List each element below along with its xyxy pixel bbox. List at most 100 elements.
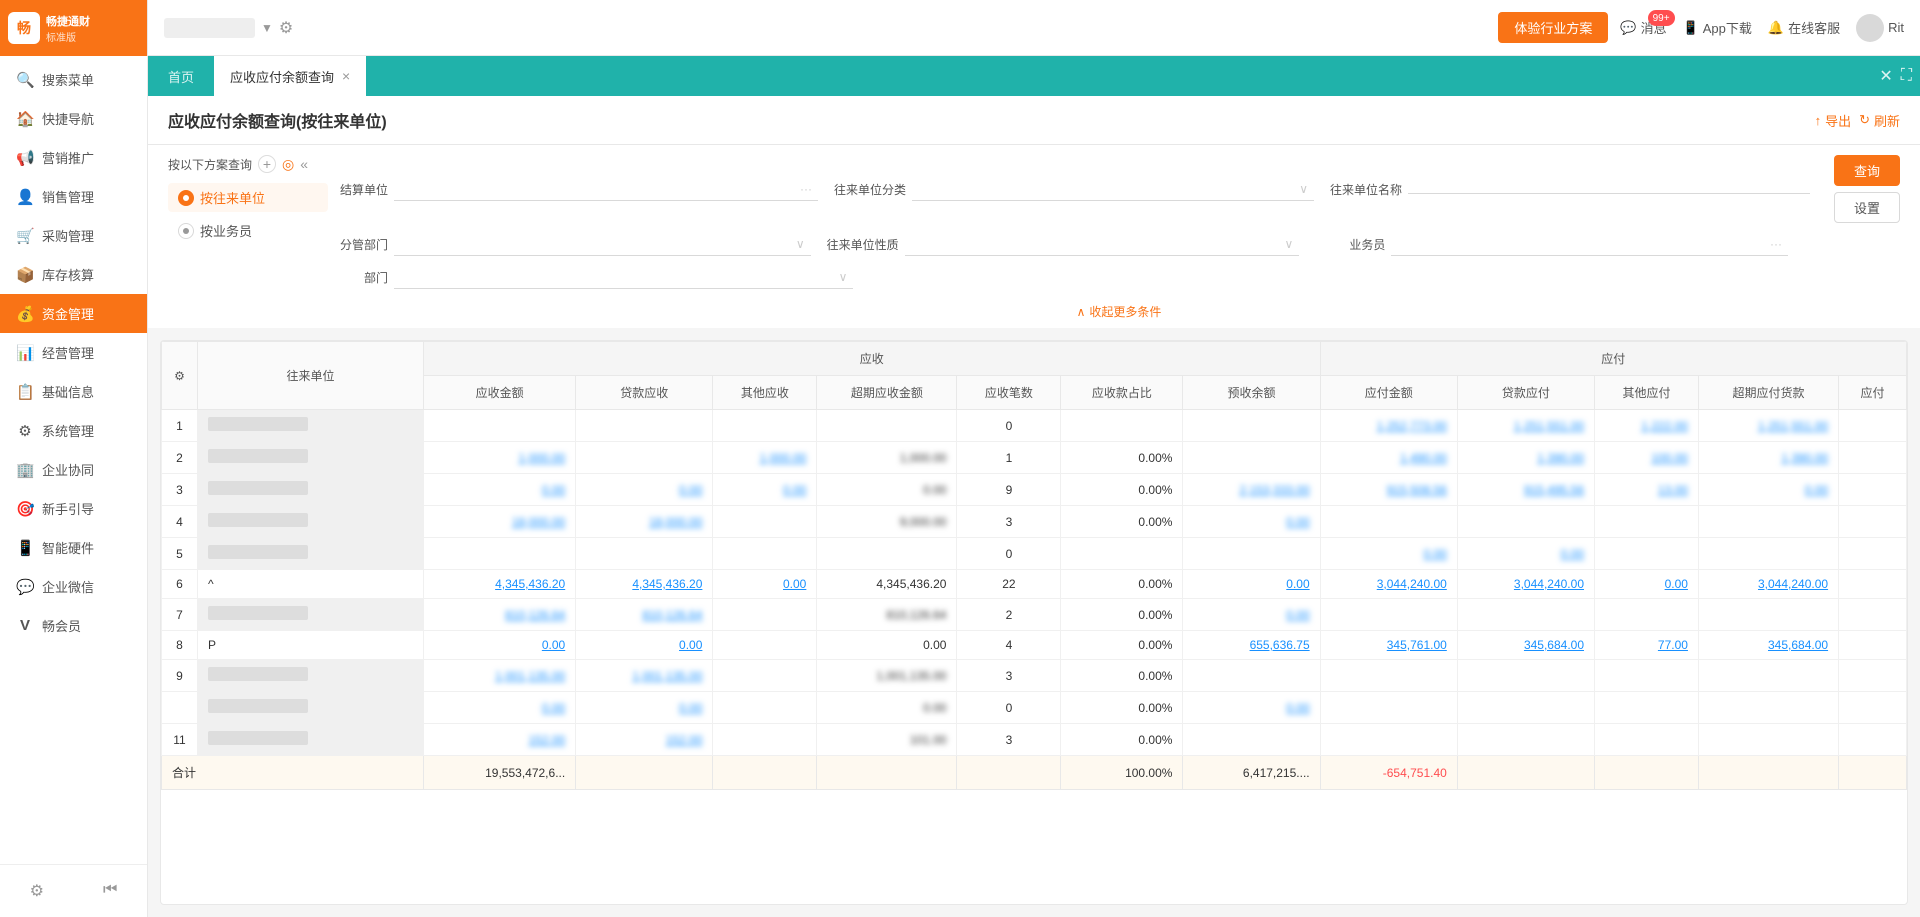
table-scroll[interactable]: ⚙ 往来单位 应收 应付 应收金额 贷款应收 其他应收 超期应收金额 应收笔数: [161, 341, 1907, 904]
breadcrumb-chevron[interactable]: ▼: [261, 21, 273, 35]
tab-close-btn[interactable]: ×: [342, 68, 350, 84]
messages-btn[interactable]: 💬 消息 99+: [1620, 18, 1666, 37]
sidebar-item-smart-hw[interactable]: 📱 智能硬件: [0, 528, 147, 567]
table-cell[interactable]: 2,153,333.00: [1183, 474, 1320, 506]
table-cell[interactable]: 152.00: [576, 724, 713, 756]
table-cell[interactable]: 0.00: [1183, 599, 1320, 631]
table-cell[interactable]: 1,251,551.00: [1698, 410, 1838, 442]
table-cell[interactable]: 0.00: [576, 474, 713, 506]
app-download-btn[interactable]: 📱 App下载: [1683, 18, 1752, 37]
sidebar-item-marketing[interactable]: 📢 营销推广: [0, 138, 147, 177]
table-cell[interactable]: 0.00: [423, 631, 575, 660]
table-cell[interactable]: 0.00: [1457, 538, 1594, 570]
sidebar-collapse-btn[interactable]: ⏮: [95, 877, 125, 905]
sidebar-item-system[interactable]: ⚙ 系统管理: [0, 411, 147, 450]
dept-manager-input[interactable]: ∨: [394, 233, 811, 256]
table-cell[interactable]: 152.00: [423, 724, 575, 756]
tab-home[interactable]: 首页: [148, 56, 214, 96]
table-cell[interactable]: 18,000.00: [576, 506, 713, 538]
tab-active[interactable]: 应收应付余额查询 ×: [214, 56, 366, 96]
table-cell: 2: [162, 442, 198, 474]
table-cell[interactable]: 0.00: [1595, 570, 1699, 599]
user-menu[interactable]: Rit: [1856, 14, 1904, 42]
filter-arrow-btn[interactable]: «: [300, 156, 308, 172]
query-btn[interactable]: 查询: [1834, 155, 1900, 186]
table-cell[interactable]: 0.00: [1698, 474, 1838, 506]
table-cell[interactable]: 0.00: [1183, 506, 1320, 538]
tab-maximize-btn[interactable]: ⛶: [1901, 67, 1912, 85]
sidebar-item-corp[interactable]: 🏢 企业协同: [0, 450, 147, 489]
table-cell[interactable]: 0.00: [423, 474, 575, 506]
table-cell[interactable]: 345,684.00: [1698, 631, 1838, 660]
table-cell[interactable]: 0.00: [576, 692, 713, 724]
sidebar-item-operations[interactable]: 📊 经营管理: [0, 333, 147, 372]
sidebar-item-beginner[interactable]: 🎯 新手引导: [0, 489, 147, 528]
table-cell[interactable]: 1,222.00: [1595, 410, 1699, 442]
sidebar-item-search-menu[interactable]: 🔍 搜索菜单: [0, 60, 147, 99]
sidebar-item-quick-nav[interactable]: 🏠 快捷导航: [0, 99, 147, 138]
refresh-btn[interactable]: ↻ 刷新: [1859, 111, 1900, 130]
sidebar-settings-btn[interactable]: ⚙: [22, 877, 52, 905]
table-cell[interactable]: 810,126.64: [576, 599, 713, 631]
table-cell: [1320, 724, 1457, 756]
table-cell[interactable]: 1,251,551.00: [1457, 410, 1594, 442]
table-cell[interactable]: 345,684.00: [1457, 631, 1594, 660]
topbar-gear-icon[interactable]: ⚙: [279, 18, 293, 38]
table-cell[interactable]: 3,044,240.00: [1457, 570, 1594, 599]
table-cell[interactable]: 1,390.00: [1457, 442, 1594, 474]
collapse-more-btn[interactable]: ∧ 收起更多条件: [338, 299, 1900, 328]
footer-recv-advance: 6,417,215....: [1183, 756, 1320, 790]
table-cell[interactable]: 1,390.00: [1698, 442, 1838, 474]
table-cell[interactable]: 1,252,773.00: [1320, 410, 1457, 442]
export-btn[interactable]: ↑ 导出: [1815, 111, 1852, 130]
table-cell[interactable]: 4,345,436.20: [576, 570, 713, 599]
table-cell[interactable]: 0.00: [713, 474, 817, 506]
table-cell[interactable]: 0.00: [1183, 570, 1320, 599]
sidebar-item-purchase[interactable]: 🛒 采购管理: [0, 216, 147, 255]
unit-nature-input[interactable]: ∨: [905, 233, 1300, 256]
table-cell[interactable]: 100.00: [1595, 442, 1699, 474]
table-cell[interactable]: 0.00: [423, 692, 575, 724]
table-cell[interactable]: 77.00: [1595, 631, 1699, 660]
table-cell[interactable]: 915,508.56: [1320, 474, 1457, 506]
table-cell[interactable]: 1,001,135.00: [576, 660, 713, 692]
salesperson-input[interactable]: ···: [1391, 233, 1788, 256]
unit-category-input[interactable]: ∨: [912, 178, 1314, 201]
filter-add-btn[interactable]: +: [258, 155, 276, 173]
setting-btn[interactable]: 设置: [1834, 192, 1900, 223]
col-settings[interactable]: ⚙: [162, 342, 198, 410]
table-cell[interactable]: 1,001,135.00: [423, 660, 575, 692]
unit-name-input[interactable]: [1408, 185, 1810, 194]
sidebar-item-capital[interactable]: 💰 资金管理: [0, 294, 147, 333]
online-service-btn[interactable]: 🔔 在线客服: [1768, 18, 1840, 37]
table-cell[interactable]: 4,345,436.20: [423, 570, 575, 599]
table-cell[interactable]: 1,000.00: [713, 442, 817, 474]
filter-nav-by-staff[interactable]: 按业务员: [168, 216, 328, 245]
table-cell[interactable]: 345,761.00: [1320, 631, 1457, 660]
settlement-unit-input[interactable]: ···: [394, 178, 818, 201]
table-cell[interactable]: 1,490.00: [1320, 442, 1457, 474]
tab-close-window-btn[interactable]: ✕: [1879, 66, 1892, 86]
filter-config-btn[interactable]: ◎: [282, 156, 294, 173]
table-cell[interactable]: 655,636.75: [1183, 631, 1320, 660]
table-cell[interactable]: 3,044,240.00: [1320, 570, 1457, 599]
sidebar-item-inventory[interactable]: 📦 库存核算: [0, 255, 147, 294]
table-cell[interactable]: 1,000.00: [423, 442, 575, 474]
table-cell[interactable]: 18,000.00: [423, 506, 575, 538]
sidebar-item-sales[interactable]: 👤 销售管理: [0, 177, 147, 216]
table-cell[interactable]: 0.00: [713, 570, 817, 599]
partner-cell: [198, 538, 424, 570]
trial-btn[interactable]: 体验行业方案: [1498, 12, 1608, 43]
table-cell[interactable]: 0.00: [1183, 692, 1320, 724]
table-cell[interactable]: 0.00: [576, 631, 713, 660]
table-cell[interactable]: 810,126.64: [423, 599, 575, 631]
sidebar-item-basic-info[interactable]: 📋 基础信息: [0, 372, 147, 411]
sidebar-item-corp-wechat[interactable]: 💬 企业微信: [0, 567, 147, 606]
table-cell[interactable]: 3,044,240.00: [1698, 570, 1838, 599]
sidebar-item-member[interactable]: V 畅会员: [0, 606, 147, 645]
table-cell[interactable]: 915,495.56: [1457, 474, 1594, 506]
dept-input[interactable]: ∨: [394, 266, 853, 289]
table-cell[interactable]: 0.00: [1320, 538, 1457, 570]
filter-nav-by-unit[interactable]: 按往来单位: [168, 183, 328, 212]
table-cell[interactable]: 13.00: [1595, 474, 1699, 506]
